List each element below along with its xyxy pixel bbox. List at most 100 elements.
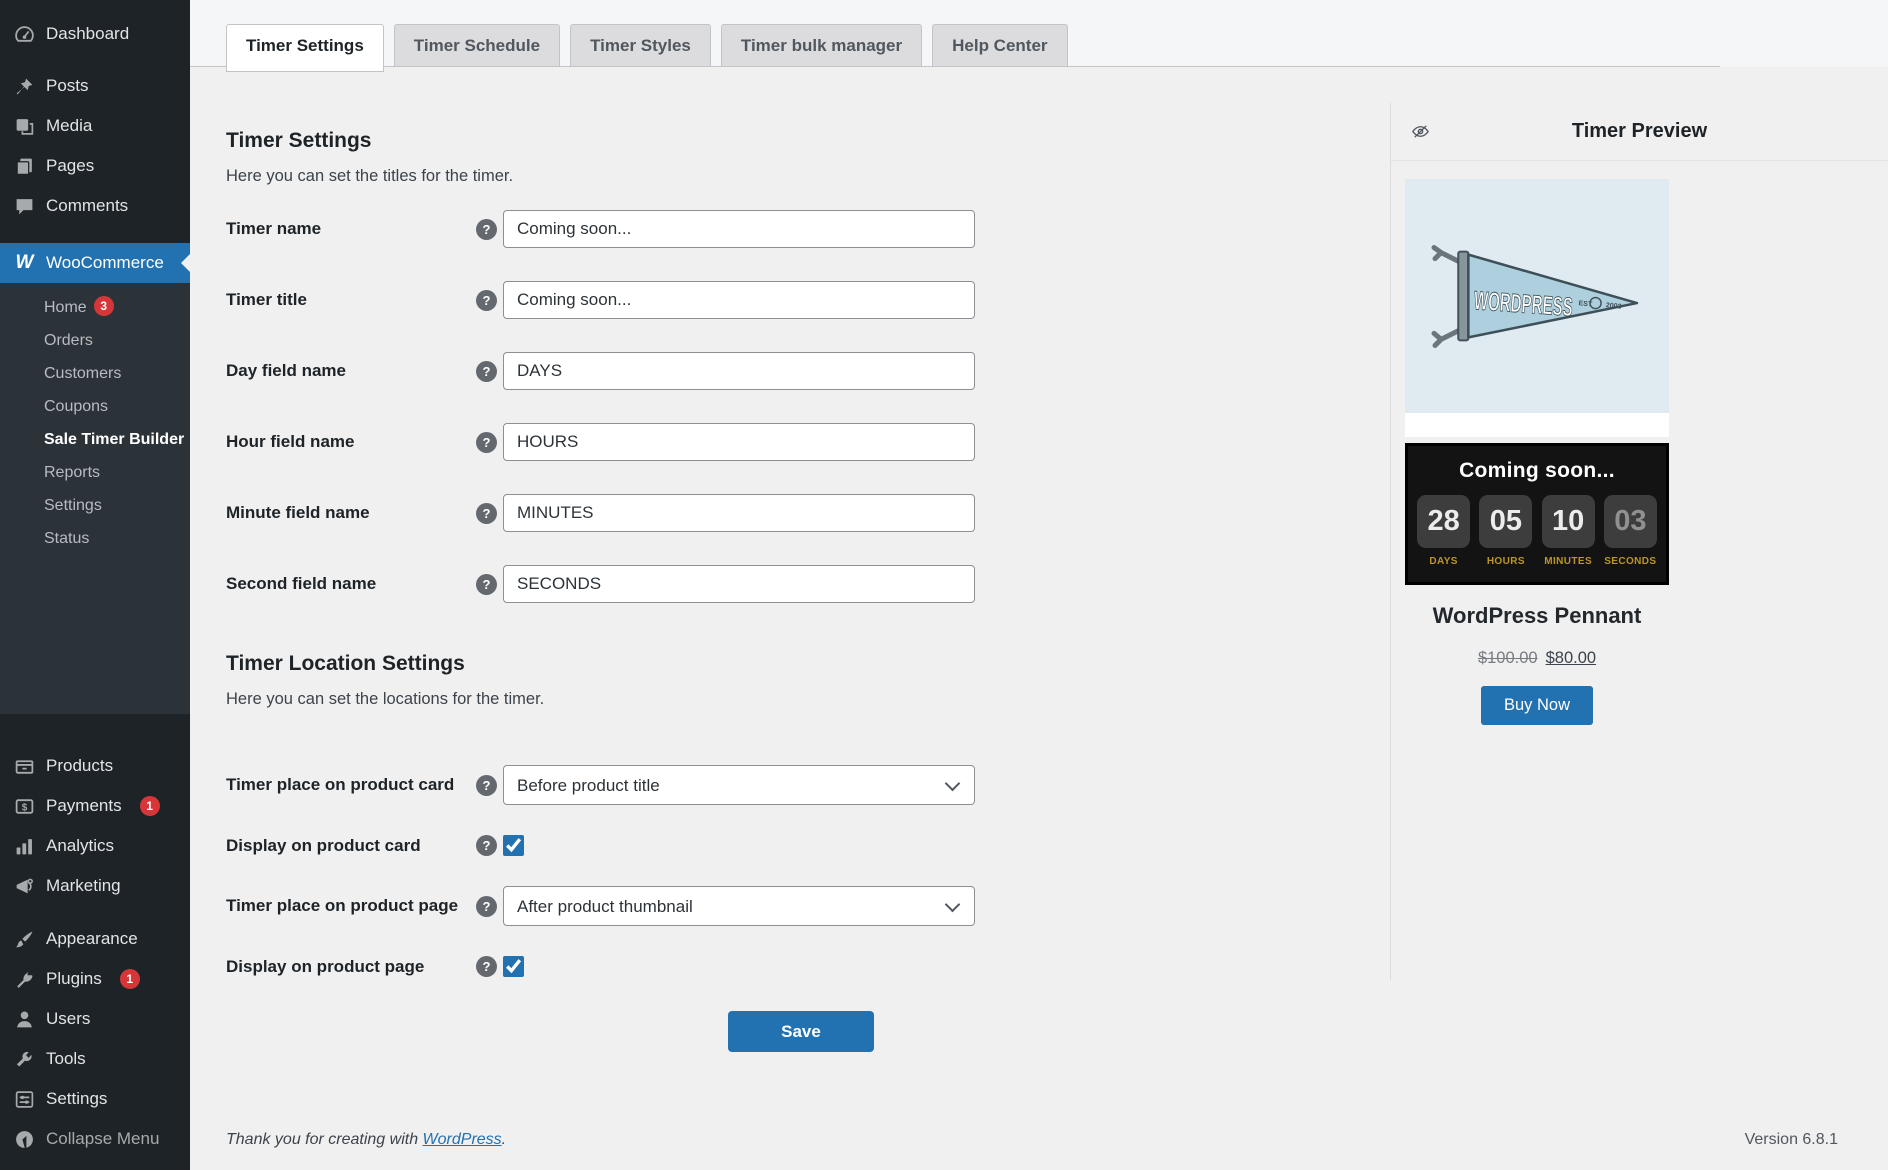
help-icon[interactable]: ? — [476, 219, 497, 240]
sidebar-item-woocommerce[interactable]: W WooCommerce — [0, 243, 190, 283]
minute-field-name-input[interactable] — [503, 494, 975, 532]
field-label: Second field name — [226, 574, 476, 594]
sidebar-item-dashboard[interactable]: Dashboard — [0, 14, 190, 54]
save-row: Save — [226, 1011, 1390, 1052]
tab-help-center[interactable]: Help Center — [932, 24, 1067, 67]
svg-text:$: $ — [22, 802, 28, 813]
sidebar-item-pages[interactable]: Pages — [0, 146, 190, 186]
help-icon[interactable]: ? — [476, 574, 497, 595]
woocommerce-icon: W — [14, 252, 35, 274]
field-label: Timer place on product page — [226, 896, 476, 916]
field-label: Day field name — [226, 361, 476, 381]
sidebar-item-marketing[interactable]: Marketing — [0, 866, 190, 906]
sidebar-item-label: Pages — [46, 156, 94, 176]
submenu-item-sale-timer-builder[interactable]: Sale Timer Builder — [0, 423, 190, 456]
main-content: Timer Settings Timer Schedule Timer Styl… — [190, 0, 1888, 1170]
sidebar-item-plugins[interactable]: Plugins 1 — [0, 959, 190, 999]
wrench-icon — [14, 1049, 35, 1070]
sidebar-item-users[interactable]: Users — [0, 999, 190, 1039]
field-row-timer-name: Timer name ? — [226, 210, 1390, 248]
help-icon[interactable]: ? — [476, 503, 497, 524]
help-icon[interactable]: ? — [476, 956, 497, 977]
sidebar-item-comments[interactable]: Comments — [0, 186, 190, 226]
sidebar-item-label: Comments — [46, 196, 128, 216]
sidebar-item-settings[interactable]: Settings — [0, 1079, 190, 1119]
sidebar-item-label: Analytics — [46, 836, 114, 856]
submenu-item-settings[interactable]: Settings — [0, 489, 190, 522]
preview-header: Timer Preview — [1391, 103, 1888, 161]
field-row-timer-title: Timer title ? — [226, 281, 1390, 319]
tab-timer-settings[interactable]: Timer Settings — [226, 24, 384, 72]
help-icon[interactable]: ? — [476, 896, 497, 917]
sidebar-item-label: WooCommerce — [46, 253, 164, 273]
tab-bar: Timer Settings Timer Schedule Timer Styl… — [190, 0, 1888, 67]
eye-off-icon[interactable] — [1411, 122, 1430, 141]
hour-field-name-input[interactable] — [503, 423, 975, 461]
field-row-hour-field-name: Hour field name ? — [226, 423, 1390, 461]
sidebar-item-tools[interactable]: Tools — [0, 1039, 190, 1079]
field-label: Timer title — [226, 290, 476, 310]
sidebar-item-label: Tools — [46, 1049, 86, 1069]
submenu-item-customers[interactable]: Customers — [0, 357, 190, 390]
timer-title-input[interactable] — [503, 281, 975, 319]
display-on-product-card-checkbox[interactable] — [503, 835, 524, 856]
plugins-badge: 1 — [120, 969, 140, 989]
sidebar-item-label: Payments — [46, 796, 122, 816]
sidebar-item-label: Marketing — [46, 876, 121, 896]
sidebar-item-label: Settings — [46, 1089, 107, 1109]
timer-name-input[interactable] — [503, 210, 975, 248]
sidebar-item-payments[interactable]: $ Payments 1 — [0, 786, 190, 826]
dashboard-icon — [14, 24, 35, 45]
help-icon[interactable]: ? — [476, 361, 497, 382]
tab-timer-bulk-manager[interactable]: Timer bulk manager — [721, 24, 922, 67]
submenu-item-reports[interactable]: Reports — [0, 456, 190, 489]
woocommerce-submenu: Home3 Orders Customers Coupons Sale Time… — [0, 283, 190, 714]
submenu-item-coupons[interactable]: Coupons — [0, 390, 190, 423]
help-icon[interactable]: ? — [476, 290, 497, 311]
countdown-unit-minutes: 10 MINUTES — [1541, 495, 1596, 567]
field-row-day-field-name: Day field name ? — [226, 352, 1390, 390]
day-field-name-input[interactable] — [503, 352, 975, 390]
buy-now-button[interactable]: Buy Now — [1481, 686, 1593, 725]
second-field-name-input[interactable] — [503, 565, 975, 603]
timer-place-page-select-wrap: After product thumbnail — [503, 886, 975, 926]
sidebar-item-media[interactable]: Media — [0, 106, 190, 146]
timer-place-card-select[interactable]: Before product title — [503, 765, 975, 805]
wordpress-admin: Dashboard Posts Media Pages Comments W W… — [0, 0, 1888, 1170]
sidebar-item-analytics[interactable]: Analytics — [0, 826, 190, 866]
box-icon — [14, 756, 35, 777]
sidebar-item-posts[interactable]: Posts — [0, 66, 190, 106]
sidebar-item-label: Products — [46, 756, 113, 776]
wordpress-link[interactable]: WordPress — [423, 1131, 502, 1148]
admin-sidebar: Dashboard Posts Media Pages Comments W W… — [0, 0, 190, 1170]
sidebar-item-products[interactable]: Products — [0, 746, 190, 786]
save-button[interactable]: Save — [728, 1011, 874, 1052]
hours-label: HOURS — [1487, 556, 1525, 567]
sliders-icon — [14, 1089, 35, 1110]
sidebar-item-label: Dashboard — [46, 24, 129, 44]
countdown-unit-days: 28 DAYS — [1416, 495, 1471, 567]
submenu-item-orders[interactable]: Orders — [0, 324, 190, 357]
minutes-value: 10 — [1542, 495, 1595, 548]
submenu-item-home[interactable]: Home3 — [0, 291, 190, 324]
help-icon[interactable]: ? — [476, 432, 497, 453]
help-icon[interactable]: ? — [476, 775, 497, 796]
timer-settings-form: Timer Settings Here you can set the titl… — [190, 67, 1390, 1118]
timer-place-page-select[interactable]: After product thumbnail — [503, 886, 975, 926]
tab-timer-styles[interactable]: Timer Styles — [570, 24, 711, 67]
section-title: Timer Settings — [226, 129, 1390, 153]
help-icon[interactable]: ? — [476, 835, 497, 856]
submenu-item-status[interactable]: Status — [0, 522, 190, 555]
sidebar-item-appearance[interactable]: Appearance — [0, 919, 190, 959]
tab-timer-schedule[interactable]: Timer Schedule — [394, 24, 560, 67]
pages-icon — [14, 156, 35, 177]
collapse-menu-button[interactable]: Collapse Menu — [0, 1119, 190, 1159]
timer-preview-panel: Timer Preview WORDPRESS EST — [1390, 103, 1888, 980]
version-text: Version 6.8.1 — [1745, 1131, 1838, 1149]
field-row-timer-place-page: Timer place on product page ? After prod… — [226, 886, 1390, 926]
display-on-product-page-checkbox[interactable] — [503, 956, 524, 977]
sidebar-item-label: Plugins — [46, 969, 102, 989]
days-label: DAYS — [1429, 556, 1457, 567]
pushpin-icon — [14, 76, 35, 97]
field-label: Hour field name — [226, 432, 476, 452]
